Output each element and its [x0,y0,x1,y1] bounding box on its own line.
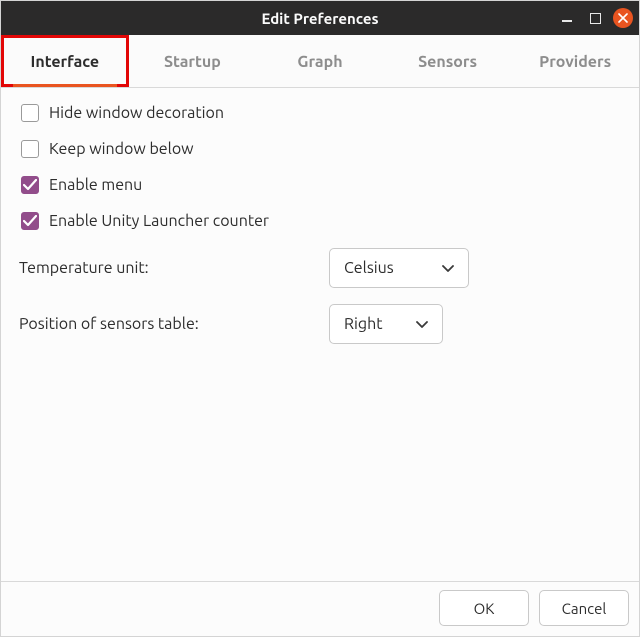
checkbox-hide-decoration[interactable] [21,104,39,122]
chevron-down-icon [442,259,454,277]
temperature-unit-row: Temperature unit: Celsius [19,246,621,288]
checkbox-label: Enable menu [49,176,142,194]
maximize-icon[interactable] [585,8,605,28]
sensors-position-row: Position of sensors table: Right [19,302,621,344]
minimize-icon[interactable] [557,8,577,28]
chevron-down-icon [416,315,428,333]
checkbox-label: Enable Unity Launcher counter [49,212,269,230]
window-title: Edit Preferences [1,10,639,27]
button-label: Cancel [562,600,607,617]
checkbox-unity-counter[interactable] [21,212,39,230]
select-value: Celsius [344,259,394,277]
ok-button[interactable]: OK [439,590,529,626]
tab-label: Interface [31,53,100,71]
dialog-footer: OK Cancel [1,581,639,636]
checkbox-keep-below[interactable] [21,140,39,158]
field-label: Position of sensors table: [19,315,329,333]
close-icon[interactable] [613,8,633,28]
checkbox-hide-decoration-row: Hide window decoration [19,102,621,124]
tab-providers[interactable]: Providers [511,35,639,87]
tab-label: Providers [539,53,611,71]
tabs: Interface Startup Graph Sensors Provider… [1,35,639,88]
field-label: Temperature unit: [19,259,329,277]
tab-label: Startup [164,53,221,71]
tab-graph[interactable]: Graph [256,35,384,87]
window-controls [557,1,633,35]
sensors-position-select[interactable]: Right [329,304,443,344]
checkbox-enable-menu-row: Enable menu [19,174,621,196]
content-area: Hide window decoration Keep window below… [1,88,639,581]
button-label: OK [474,600,495,617]
preferences-window: Edit Preferences Interface Startup Graph… [0,0,640,637]
checkbox-label: Hide window decoration [49,104,224,122]
tab-sensors[interactable]: Sensors [384,35,512,87]
tab-label: Graph [297,53,342,71]
checkbox-label: Keep window below [49,140,194,158]
select-value: Right [344,315,383,333]
tab-startup[interactable]: Startup [129,35,257,87]
checkbox-enable-menu[interactable] [21,176,39,194]
cancel-button[interactable]: Cancel [539,590,629,626]
checkbox-keep-below-row: Keep window below [19,138,621,160]
tab-label: Sensors [418,53,477,71]
tab-interface[interactable]: Interface [1,35,129,87]
checkbox-unity-counter-row: Enable Unity Launcher counter [19,210,621,232]
titlebar[interactable]: Edit Preferences [1,1,639,35]
temperature-unit-select[interactable]: Celsius [329,248,469,288]
